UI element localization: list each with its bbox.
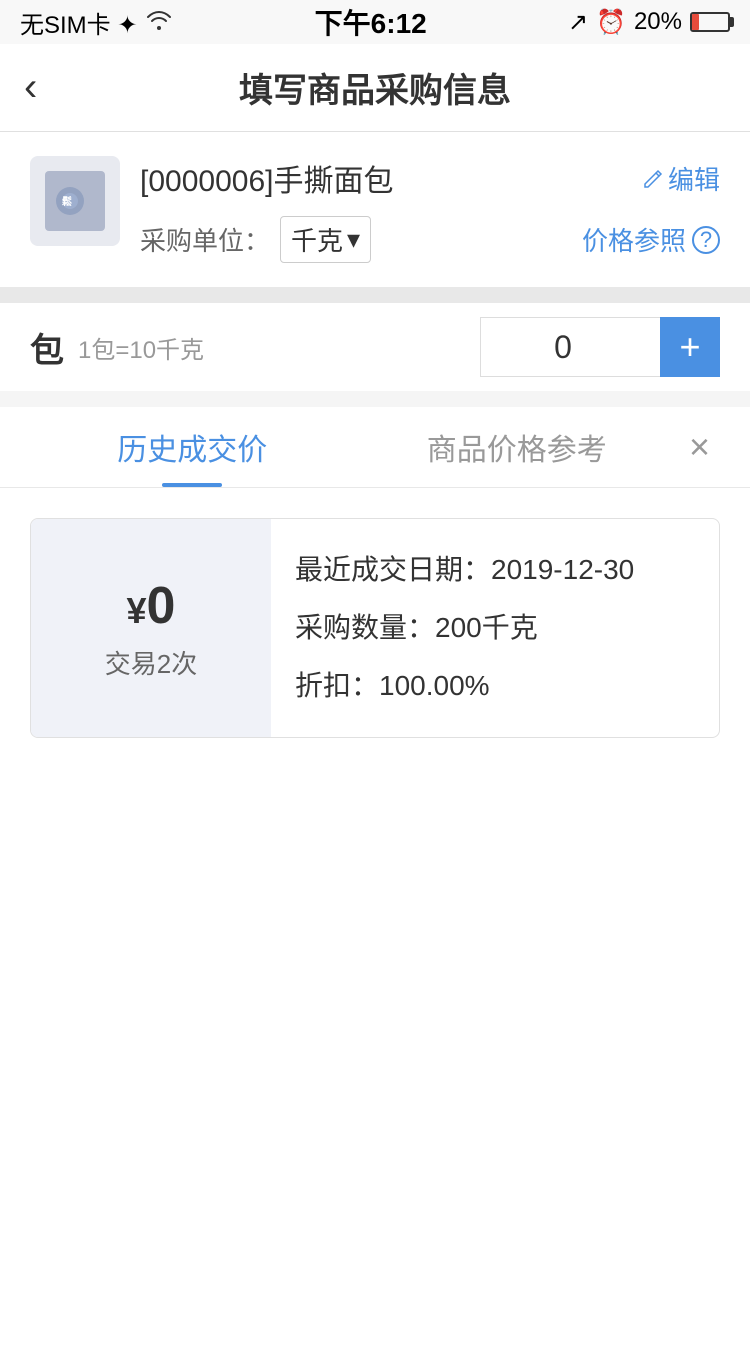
carrier-text: 无SIM卡 ✦ — [20, 5, 137, 40]
recent-date-value: 2019-12-30 — [491, 554, 634, 585]
alarm-icon: ⏰ — [596, 8, 626, 37]
edit-button[interactable]: 编辑 — [642, 160, 720, 197]
quantity-input[interactable] — [480, 317, 660, 377]
status-bar: 无SIM卡 ✦ 下午6:12 ↗ ⏰ 20% — [0, 0, 750, 44]
panel-tabs: 历史成交价 商品价格参考 × — [0, 407, 750, 488]
history-price: ¥0 — [127, 576, 176, 636]
purchase-unit-row: 采购单位： 千克 ▾ 价格参照 ? — [140, 216, 720, 263]
price-ref-label: 价格参照 — [582, 221, 686, 258]
product-thumb-icon: 鬆 — [45, 171, 105, 231]
quantity-input-group: + — [480, 317, 720, 377]
tab-product-price-ref[interactable]: 商品价格参考 — [354, 407, 678, 487]
recent-date-row: 最近成交日期：2019-12-30 — [295, 549, 695, 591]
qty-conversion: 1包=10千克 — [78, 330, 204, 365]
battery-icon — [690, 12, 730, 32]
product-full-name: [0000006]手撕面包 — [140, 156, 393, 200]
product-row: 鬆 [0000006]手撕面包 编辑 采购单位： 千克 — [30, 156, 720, 263]
status-right: ↗ ⏰ 20% — [568, 8, 730, 37]
history-right: 最近成交日期：2019-12-30 采购数量：200千克 折扣：100.00% — [271, 519, 719, 737]
history-card: ¥0 交易2次 最近成交日期：2019-12-30 采购数量：200千克 折扣：… — [30, 518, 720, 738]
product-thumbnail: 鬆 — [30, 156, 120, 246]
history-panel: 历史成交价 商品价格参考 × ¥0 交易2次 最近成交日期：2019-12-30… — [0, 407, 750, 768]
price-value: 0 — [147, 577, 176, 635]
quantity-label: 包 1包=10千克 — [30, 323, 204, 372]
dropdown-arrow-icon: ▾ — [347, 224, 360, 255]
history-trades: 交易2次 — [105, 644, 197, 681]
product-section: 鬆 [0000006]手撕面包 编辑 采购单位： 千克 — [0, 132, 750, 287]
price-ref-button[interactable]: 价格参照 ? — [582, 221, 720, 258]
location-icon: ↗ — [568, 8, 588, 37]
page-title: 填写商品采购信息 — [239, 63, 511, 112]
quantity-plus-button[interactable]: + — [660, 317, 720, 377]
purchase-unit-label: 采购单位： — [140, 221, 270, 258]
purchase-qty-value: 200千克 — [435, 612, 538, 643]
discount-value: 100.00% — [379, 670, 490, 701]
history-left: ¥0 交易2次 — [31, 519, 271, 737]
status-left: 无SIM卡 ✦ — [20, 5, 173, 40]
section-divider — [0, 287, 750, 303]
currency-symbol: ¥ — [127, 590, 147, 631]
purchase-qty-label: 采购数量： — [295, 612, 435, 643]
status-time: 下午6:12 — [315, 2, 427, 42]
battery-percent: 20% — [634, 8, 682, 36]
discount-row: 折扣：100.00% — [295, 665, 695, 707]
purchase-unit-left: 采购单位： 千克 ▾ — [140, 216, 371, 263]
svg-text:鬆: 鬆 — [62, 195, 72, 208]
recent-date-label: 最近成交日期： — [295, 554, 491, 585]
help-icon: ? — [692, 226, 720, 254]
back-button[interactable]: ‹ — [24, 65, 37, 110]
purchase-qty-row: 采购数量：200千克 — [295, 607, 695, 649]
bottom-space — [0, 768, 750, 1368]
tab-history-price[interactable]: 历史成交价 — [30, 407, 354, 487]
panel-close-button[interactable]: × — [679, 426, 720, 468]
product-details: [0000006]手撕面包 编辑 采购单位： 千克 ▾ — [140, 156, 720, 263]
nav-bar: ‹ 填写商品采购信息 — [0, 44, 750, 132]
quantity-section: 包 1包=10千克 + — [0, 303, 750, 391]
unit-select[interactable]: 千克 ▾ — [280, 216, 371, 263]
unit-value: 千克 — [291, 221, 343, 258]
history-content: ¥0 交易2次 最近成交日期：2019-12-30 采购数量：200千克 折扣：… — [0, 488, 750, 768]
wifi-icon — [145, 8, 173, 37]
discount-label: 折扣： — [295, 670, 379, 701]
product-name-row: [0000006]手撕面包 编辑 — [140, 156, 720, 200]
qty-unit-label: 包 — [30, 323, 64, 372]
